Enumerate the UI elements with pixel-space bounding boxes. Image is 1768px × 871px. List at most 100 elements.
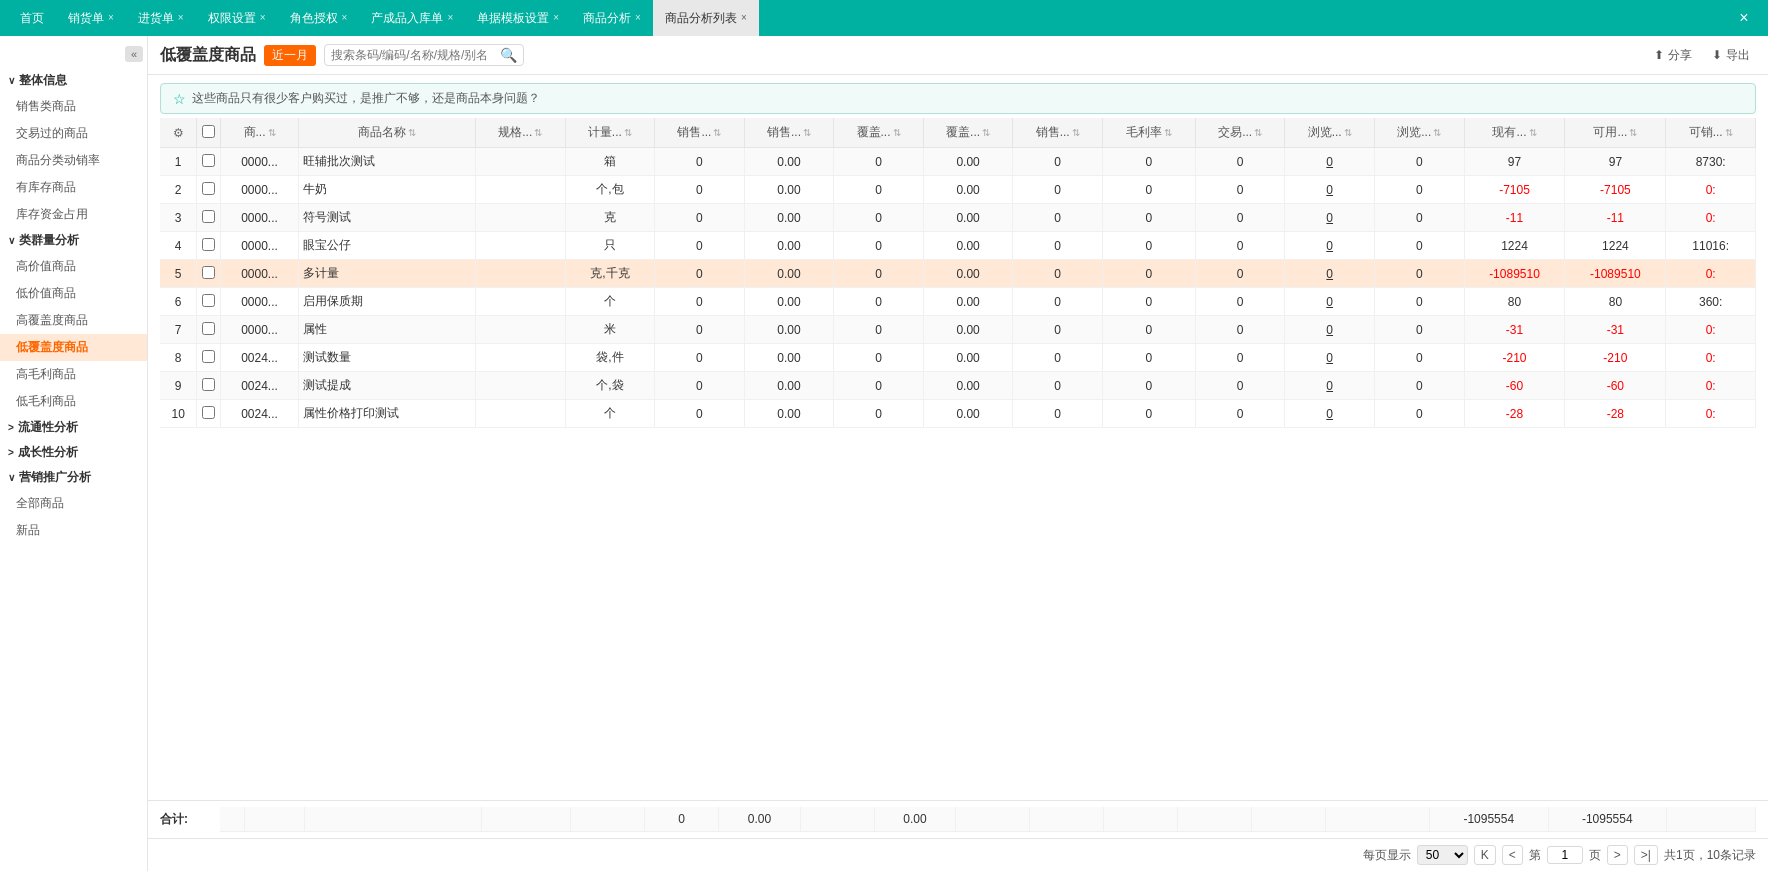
prev-page-button[interactable]: <: [1502, 845, 1523, 865]
section-marketing[interactable]: ∨ 营销推广分析: [0, 465, 147, 490]
sidebar-item-all-goods[interactable]: 全部商品: [0, 490, 147, 517]
row-checkbox[interactable]: [202, 154, 215, 167]
row-checkbox[interactable]: [202, 350, 215, 363]
nav-home[interactable]: 首页: [8, 0, 56, 36]
row-index: 9: [160, 372, 197, 400]
row-checkbox-cell[interactable]: [197, 232, 221, 260]
nav-sales[interactable]: 销货单 ×: [56, 0, 126, 36]
col-sales-amt[interactable]: 销售...⇅: [744, 118, 834, 148]
row-browse1[interactable]: 0: [1285, 316, 1375, 344]
first-page-button[interactable]: K: [1474, 845, 1496, 865]
row-checkbox[interactable]: [202, 322, 215, 335]
col-unit[interactable]: 计量...⇅: [565, 118, 655, 148]
col-spec[interactable]: 规格...⇅: [476, 118, 566, 148]
row-sales2: 0: [1013, 316, 1103, 344]
nav-goods-analysis[interactable]: 商品分析 ×: [571, 0, 653, 36]
row-checkbox-cell[interactable]: [197, 372, 221, 400]
nav-product-entry[interactable]: 产成品入库单 ×: [359, 0, 465, 36]
row-browse1[interactable]: 0: [1285, 148, 1375, 176]
row-checkbox[interactable]: [202, 294, 215, 307]
col-checkbox[interactable]: [197, 118, 221, 148]
row-checkbox[interactable]: [202, 210, 215, 223]
sidebar-item-low-value[interactable]: 低价值商品: [0, 280, 147, 307]
row-checkbox-cell[interactable]: [197, 148, 221, 176]
sidebar-collapse-button[interactable]: «: [125, 46, 143, 62]
col-sales-qty[interactable]: 销售...⇅: [655, 118, 745, 148]
sidebar-item-low-margin[interactable]: 低毛利商品: [0, 388, 147, 415]
nav-template[interactable]: 单据模板设置 ×: [465, 0, 571, 36]
row-browse1[interactable]: 0: [1285, 372, 1375, 400]
col-name[interactable]: 商品名称⇅: [298, 118, 475, 148]
sidebar-item-high-value[interactable]: 高价值商品: [0, 253, 147, 280]
nav-purchase[interactable]: 进货单 ×: [126, 0, 196, 36]
col-sales2[interactable]: 销售...⇅: [1013, 118, 1103, 148]
nav-goods-analysis-list[interactable]: 商品分析列表 ×: [653, 0, 759, 36]
row-checkbox-cell[interactable]: [197, 204, 221, 232]
row-checkbox-cell[interactable]: [197, 316, 221, 344]
row-checkbox[interactable]: [202, 378, 215, 391]
page-size-select[interactable]: 50 10 20 100: [1417, 845, 1468, 865]
row-checkbox-cell[interactable]: [197, 344, 221, 372]
search-icon[interactable]: 🔍: [500, 47, 517, 63]
row-checkbox-cell[interactable]: [197, 400, 221, 428]
row-checkbox[interactable]: [202, 182, 215, 195]
select-all-checkbox[interactable]: [202, 125, 215, 138]
section-overall-info[interactable]: ∨ 整体信息: [0, 68, 147, 93]
next-page-button[interactable]: >: [1607, 845, 1628, 865]
row-browse1[interactable]: 0: [1285, 232, 1375, 260]
col-code[interactable]: 商...⇅: [221, 118, 298, 148]
nav-role[interactable]: 角色授权 ×: [278, 0, 360, 36]
sidebar-item-new-goods[interactable]: 新品: [0, 517, 147, 544]
window-close-button[interactable]: ×: [1728, 0, 1760, 36]
search-input[interactable]: [331, 48, 500, 62]
nav-purchase-close[interactable]: ×: [178, 0, 184, 36]
section-cluster-analysis[interactable]: ∨ 类群量分析: [0, 228, 147, 253]
row-checkbox-cell[interactable]: [197, 260, 221, 288]
col-gross-rate[interactable]: 毛利率⇅: [1102, 118, 1195, 148]
sidebar-item-traded-goods[interactable]: 交易过的商品: [0, 120, 147, 147]
row-browse1[interactable]: 0: [1285, 176, 1375, 204]
sidebar-item-low-coverage[interactable]: 低覆盖度商品: [0, 334, 147, 361]
section-circulation[interactable]: > 流通性分析: [0, 415, 147, 440]
sidebar-item-sales-goods[interactable]: 销售类商品: [0, 93, 147, 120]
row-browse1[interactable]: 0: [1285, 400, 1375, 428]
time-filter-button[interactable]: 近一月: [264, 45, 316, 66]
sidebar-item-in-stock[interactable]: 有库存商品: [0, 174, 147, 201]
nav-permission-close[interactable]: ×: [260, 0, 266, 36]
row-code: 0000...: [221, 176, 298, 204]
row-checkbox-cell[interactable]: [197, 288, 221, 316]
row-browse1[interactable]: 0: [1285, 288, 1375, 316]
col-browse1[interactable]: 浏览...⇅: [1285, 118, 1375, 148]
col-available[interactable]: 可用...⇅: [1565, 118, 1666, 148]
col-saleable[interactable]: 可销...⇅: [1666, 118, 1756, 148]
nav-sales-close[interactable]: ×: [108, 0, 114, 36]
sidebar-item-high-margin[interactable]: 高毛利商品: [0, 361, 147, 388]
export-button[interactable]: ⬇ 导出: [1706, 45, 1756, 66]
row-checkbox[interactable]: [202, 406, 215, 419]
nav-product-close[interactable]: ×: [447, 0, 453, 36]
sidebar-item-category-rate[interactable]: 商品分类动销率: [0, 147, 147, 174]
sidebar-item-stock-capital[interactable]: 库存资金占用: [0, 201, 147, 228]
row-browse1[interactable]: 0: [1285, 204, 1375, 232]
nav-goods-analysis-close[interactable]: ×: [635, 0, 641, 36]
row-browse1[interactable]: 0: [1285, 260, 1375, 288]
col-trade[interactable]: 交易...⇅: [1195, 118, 1285, 148]
col-cover1[interactable]: 覆盖...⇅: [834, 118, 924, 148]
share-button[interactable]: ⬆ 分享: [1648, 45, 1698, 66]
row-checkbox-cell[interactable]: [197, 176, 221, 204]
row-browse1[interactable]: 0: [1285, 344, 1375, 372]
row-checkbox[interactable]: [202, 238, 215, 251]
nav-permission[interactable]: 权限设置 ×: [196, 0, 278, 36]
col-current[interactable]: 现有...⇅: [1464, 118, 1565, 148]
section-growth[interactable]: > 成长性分析: [0, 440, 147, 465]
nav-role-close[interactable]: ×: [342, 0, 348, 36]
last-page-button[interactable]: >|: [1634, 845, 1658, 865]
col-cover2[interactable]: 覆盖...⇅: [923, 118, 1013, 148]
nav-template-close[interactable]: ×: [553, 0, 559, 36]
col-browse2[interactable]: 浏览...⇅: [1374, 118, 1464, 148]
page-number-input[interactable]: [1547, 846, 1583, 864]
row-checkbox[interactable]: [202, 266, 215, 279]
sidebar-item-high-coverage[interactable]: 高覆盖度商品: [0, 307, 147, 334]
nav-goods-list-close[interactable]: ×: [741, 0, 747, 36]
col-settings[interactable]: ⚙: [160, 118, 197, 148]
